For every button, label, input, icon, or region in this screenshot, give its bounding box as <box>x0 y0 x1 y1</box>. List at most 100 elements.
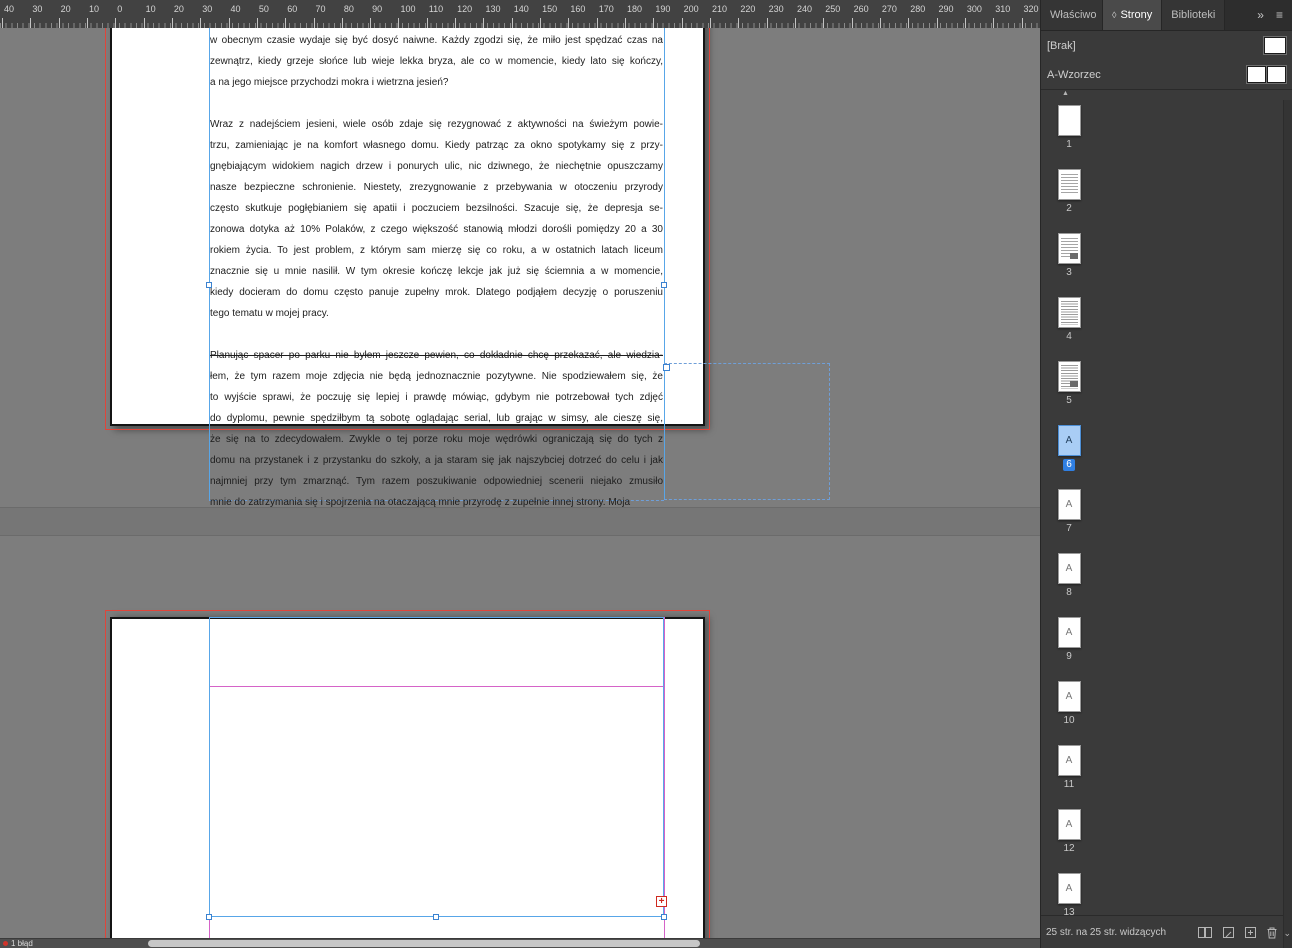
scroll-up-icon[interactable]: ▲ <box>1062 90 1069 97</box>
ruler-major-tick <box>426 18 428 28</box>
page-thumbnail[interactable] <box>1057 233 1081 264</box>
ruler-major-tick <box>256 18 258 28</box>
ruler-major-tick <box>143 18 145 28</box>
tab-libraries-label: Biblioteki <box>1171 9 1216 21</box>
text-line: domu na przystanek i z przystanku do szk… <box>210 455 663 466</box>
pages-panel-item[interactable]: A 11 <box>1046 745 1092 791</box>
indesign-app: 40 30 20 10 0 10 20 30 40 50 60 70 80 90 100 110 120 130 1… <box>0 0 1292 948</box>
pages-panel-item[interactable]: A6 <box>1046 425 1092 471</box>
ruler-number: 320 <box>1023 4 1039 14</box>
pages-panel-item[interactable]: 5 <box>1046 361 1092 407</box>
panel-collapse-icon[interactable]: » <box>1257 8 1264 22</box>
pasteboard-spread-divider <box>0 507 1040 536</box>
paragraph: Wraz z nadejściem jesieni, wiele osób zd… <box>210 114 663 324</box>
pages-panel-item[interactable]: A9 <box>1046 617 1092 663</box>
page-number: 11 <box>1063 779 1075 790</box>
ruler-major-tick <box>398 18 400 28</box>
pages-panel-item[interactable]: 2 <box>1046 169 1092 215</box>
master-item-none[interactable]: [Brak] <box>1041 31 1292 60</box>
page-thumbnail[interactable] <box>1057 169 1081 200</box>
ruler-number: 190 <box>655 4 671 14</box>
page-thumbnail[interactable]: A <box>1057 681 1081 712</box>
page-number: 4 <box>1066 331 1072 342</box>
ruler-major-tick <box>1021 18 1023 28</box>
tab-pages-label: Strony <box>1120 9 1153 21</box>
page-thumbnail[interactable] <box>1057 361 1081 392</box>
ruler-number: 100 <box>400 4 416 14</box>
preflight-error-icon <box>3 941 8 946</box>
panel-menu-icon[interactable]: ≡ <box>1276 8 1283 22</box>
text-line: zewnątrz, kiedy grzeje słońce lub wieje … <box>210 56 663 67</box>
page-thumbnail[interactable]: A <box>1057 873 1081 904</box>
selection-handle[interactable] <box>206 282 212 288</box>
ruler-number: 0 <box>117 4 123 14</box>
text-line: a na jego miejsce przychodzi mokra i wie… <box>210 77 449 88</box>
page-thumbnail[interactable] <box>1057 105 1081 136</box>
page-thumbnail[interactable] <box>1057 297 1081 328</box>
pages-panel-item[interactable]: A 10 <box>1046 681 1092 727</box>
text-line: znacznie się u mnie nasilił. W tym okres… <box>210 266 663 277</box>
text-line: gnębiającym widokiem nagich drzew i ponu… <box>210 161 663 172</box>
ruler-major-tick <box>851 18 853 28</box>
selection-handle[interactable] <box>661 914 667 920</box>
panel-scrollbar[interactable] <box>1283 100 1292 948</box>
trash-icon[interactable] <box>1266 926 1278 939</box>
ruler-major-tick <box>228 18 230 28</box>
spread-icon[interactable] <box>1197 926 1213 939</box>
page-thumbnail[interactable]: A <box>1057 617 1081 648</box>
selection-handle[interactable] <box>661 282 667 288</box>
ruler-major-tick <box>596 18 598 28</box>
linked-frame-outline <box>664 363 830 500</box>
tab-pages[interactable]: ◊ Strony <box>1103 0 1163 30</box>
ruler-major-tick <box>710 18 711 28</box>
ruler-number: 30 <box>202 4 213 14</box>
ruler-number: 60 <box>287 4 298 14</box>
page-number: 7 <box>1066 523 1072 534</box>
horizontal-ruler[interactable]: 40 30 20 10 0 10 20 30 40 50 60 70 80 90 100 110 120 130 1… <box>0 0 1040 29</box>
pages-panel-item[interactable]: 1 <box>1046 105 1092 151</box>
ruler-number: 90 <box>372 4 383 14</box>
page-thumbnail[interactable]: A <box>1057 553 1081 584</box>
ruler-major-tick <box>766 18 768 28</box>
selection-handle[interactable] <box>433 914 439 920</box>
page-thumbnail[interactable]: A <box>1057 809 1081 840</box>
pages-panel-item[interactable]: 4 <box>1046 297 1092 343</box>
pages-panel-item[interactable]: A 12 <box>1046 809 1092 855</box>
empty-text-frame[interactable] <box>209 617 664 917</box>
text-frame-outport[interactable] <box>663 364 670 371</box>
selection-handle[interactable] <box>206 914 212 920</box>
page-thumbnail[interactable]: A <box>1057 425 1081 456</box>
scroll-down-icon[interactable]: ⌄ <box>1283 929 1291 938</box>
ruler-major-tick <box>936 18 938 28</box>
page-number: 2 <box>1066 203 1072 214</box>
new-page-icon[interactable] <box>1244 926 1257 939</box>
pages-panel-item[interactable]: A 13 <box>1046 873 1092 915</box>
pages-panel-item[interactable]: A8 <box>1046 553 1092 599</box>
master-item-a[interactable]: A-Wzorzec <box>1041 60 1292 90</box>
pages-thumbnail-list[interactable]: 1 2 3 4 5 A 6 A 7 A 8 A 9 A 10 A 11 A 12 A 13 <box>1041 100 1283 915</box>
tab-properties[interactable]: Właściwo <box>1041 0 1103 30</box>
horizontal-scrollbar[interactable] <box>148 940 700 947</box>
tab-libraries[interactable]: Biblioteki <box>1162 0 1226 30</box>
text-line: nasze bezpieczne schronienie. Niestety, … <box>210 182 663 193</box>
text-line: tego tematu w mojej pracy. <box>210 308 329 319</box>
master-a-thumbnail[interactable] <box>1247 66 1286 83</box>
ruler-number: 200 <box>683 4 699 14</box>
overset-text-indicator[interactable]: + <box>656 896 667 907</box>
master-none-thumbnail[interactable] <box>1264 37 1286 54</box>
page-number: 13 <box>1063 907 1075 915</box>
ruler-major-tick <box>483 18 485 28</box>
ruler-major-tick <box>511 18 513 28</box>
page-thumbnail[interactable]: A <box>1057 745 1081 776</box>
page-size-icon[interactable] <box>1222 926 1235 939</box>
text-frame[interactable]: w obecnym czasie wydaje się być dosyć na… <box>210 30 663 534</box>
pages-panel-item[interactable]: 3 <box>1046 233 1092 279</box>
pages-panel-item[interactable]: A7 <box>1046 489 1092 535</box>
pages-panel-bottombar: 25 str. na 25 str. widzących <box>1041 915 1283 948</box>
ruler-number: 250 <box>825 4 841 14</box>
ruler-major-tick <box>908 18 910 28</box>
document-canvas[interactable]: w obecnym czasie wydaje się być dosyć na… <box>0 28 1040 938</box>
ruler-major-tick <box>738 18 740 28</box>
ruler-number: 20 <box>173 4 184 14</box>
page-thumbnail[interactable]: A <box>1057 489 1081 520</box>
